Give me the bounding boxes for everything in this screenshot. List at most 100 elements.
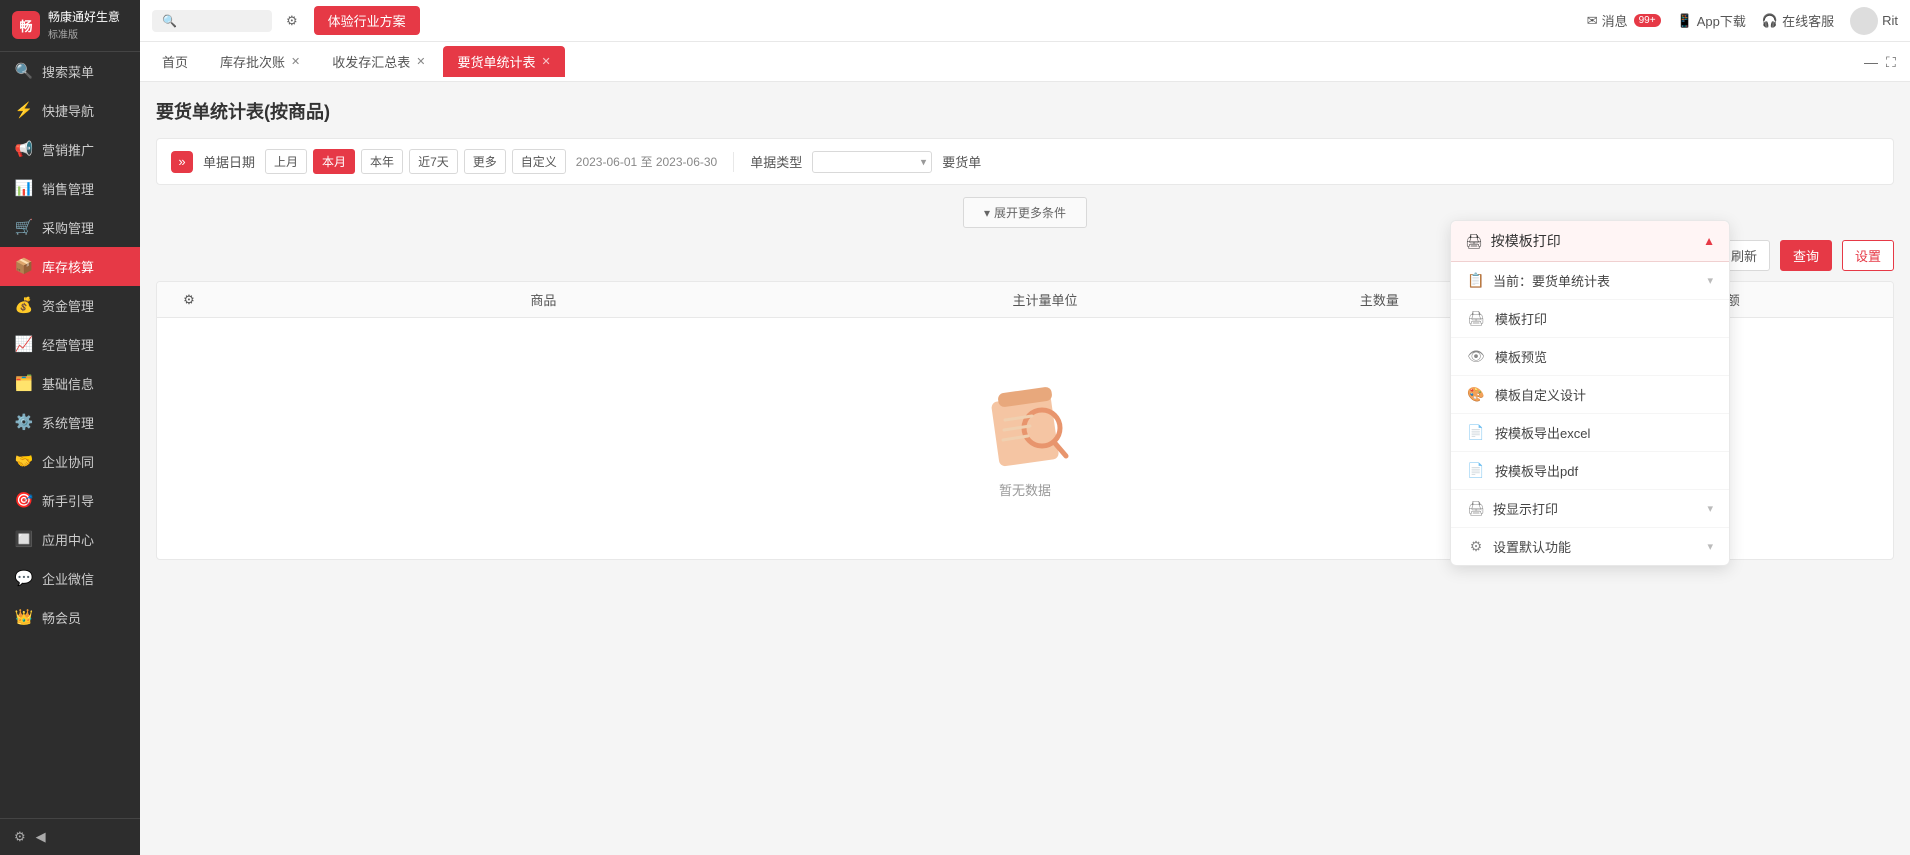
pdf-icon-dd: 📄: [1467, 462, 1485, 479]
tab-order-stats[interactable]: 要货单统计表 ✕: [443, 46, 564, 77]
tab-receipt-summary[interactable]: 收发存汇总表 ✕: [318, 46, 439, 77]
set-default-left: ⚙ 设置默认功能: [1467, 537, 1571, 556]
online-service-btn[interactable]: 🎧 在线客服: [1762, 11, 1834, 30]
sidebar-item-system[interactable]: ⚙️ 系统管理: [0, 403, 140, 442]
message-icon: ✉: [1587, 13, 1598, 29]
tab-order-stats-close[interactable]: ✕: [542, 55, 551, 68]
message-label: 消息: [1602, 11, 1628, 30]
type-select[interactable]: [812, 151, 932, 173]
template-icon: 📋: [1467, 272, 1485, 289]
page-content: 要货单统计表(按商品) » 单据日期 上月 本月 本年 近7天 更多 自定义 2…: [140, 82, 1910, 855]
search-icon: 🔍: [14, 62, 34, 80]
dropdown-item-set-default[interactable]: ⚙ 设置默认功能 ▾: [1451, 528, 1729, 565]
app-download-label: App下载: [1697, 11, 1746, 30]
tab-receipt-summary-close[interactable]: ✕: [416, 55, 425, 68]
query-btn[interactable]: 查询: [1780, 240, 1832, 271]
sidebar-item-appstore[interactable]: 🔲 应用中心: [0, 520, 140, 559]
expand-label: 展开更多条件: [994, 204, 1066, 221]
current-template-left: 📋 当前：要货单统计表: [1467, 271, 1610, 290]
online-service-label: 在线客服: [1782, 11, 1834, 30]
filter-expand-btn[interactable]: »: [171, 151, 193, 173]
sidebar: 畅 畅康通好生意 标准版 🔍 搜索菜单 ⚡ 快捷导航 📢 营销推广 📊 销售管理…: [0, 0, 140, 855]
sidebar-item-quicknav[interactable]: ⚡ 快捷导航: [0, 91, 140, 130]
topbar-right: ✉ 消息 99+ 📱 App下载 🎧 在线客服 Rit: [1587, 7, 1898, 35]
sidebar-item-label: 库存核算: [42, 257, 94, 276]
topbar-search-box[interactable]: 🔍: [152, 10, 272, 32]
filter-divider: [733, 152, 734, 172]
collapse-icon[interactable]: ◀: [36, 829, 46, 845]
th-settings[interactable]: ⚙: [169, 292, 209, 308]
sidebar-item-basic[interactable]: 🗂️ 基础信息: [0, 364, 140, 403]
sidebar-item-newbie[interactable]: 🎯 新手引导: [0, 481, 140, 520]
sidebar-item-label: 基础信息: [42, 374, 94, 393]
chevron-display-print: ▾: [1707, 502, 1713, 515]
date-btn-current-year[interactable]: 本年: [361, 149, 403, 174]
tab-home[interactable]: 首页: [148, 46, 202, 77]
tab-batch-account-close[interactable]: ✕: [291, 55, 300, 68]
refresh-label: 刷新: [1731, 246, 1757, 265]
sidebar-item-finance[interactable]: 💰 资金管理: [0, 286, 140, 325]
settings-col-icon: ⚙: [183, 292, 195, 307]
trend-icon: 📈: [14, 335, 34, 353]
sidebar-item-search[interactable]: 🔍 搜索菜单: [0, 52, 140, 91]
settings-btn[interactable]: 设置: [1842, 240, 1894, 271]
dropdown-item-export-pdf[interactable]: 📄 按模板导出pdf: [1451, 452, 1729, 490]
phone-icon: 📱: [1677, 13, 1693, 29]
target-icon: 🎯: [14, 491, 34, 509]
sidebar-item-operation[interactable]: 📈 经营管理: [0, 325, 140, 364]
sidebar-item-collab[interactable]: 🤝 企业协同: [0, 442, 140, 481]
settings-bottom-icon[interactable]: ⚙: [14, 829, 26, 845]
message-badge: 99+: [1634, 14, 1661, 27]
handshake-icon: 🤝: [14, 452, 34, 470]
dropdown-item-export-excel[interactable]: 📄 按模板导出excel: [1451, 414, 1729, 452]
main: 🔍 ⚙ 体验行业方案 ✉ 消息 99+ 📱 App下载 🎧 在线客服 Rit: [140, 0, 1910, 855]
sidebar-item-purchase[interactable]: 🛒 采购管理: [0, 208, 140, 247]
headset-icon: 🎧: [1762, 13, 1778, 29]
sidebar-item-wechat[interactable]: 💬 企业微信: [0, 559, 140, 598]
dropdown-item-template-design[interactable]: 🎨 模板自定义设计: [1451, 376, 1729, 414]
sidebar-bottom: ⚙ ◀: [0, 818, 140, 855]
dropdown-item-template-print[interactable]: 🖨 模板打印: [1451, 300, 1729, 338]
date-btn-more[interactable]: 更多: [464, 149, 506, 174]
sidebar-item-inventory[interactable]: 📦 库存核算: [0, 247, 140, 286]
sidebar-logo: 畅 畅康通好生意 标准版: [0, 0, 140, 52]
date-buttons: 上月 本月 本年 近7天 更多 自定义: [265, 149, 566, 174]
sidebar-item-vip[interactable]: 👑 畅会员: [0, 598, 140, 637]
dropdown-header: 🖨 按模板打印 ▲: [1451, 221, 1729, 262]
date-btn-current-month[interactable]: 本月: [313, 149, 355, 174]
date-btn-prev-month[interactable]: 上月: [265, 149, 307, 174]
tabbar: 首页 库存批次账 ✕ 收发存汇总表 ✕ 要货单统计表 ✕ — ⛶: [140, 42, 1910, 82]
sidebar-item-label: 经营管理: [42, 335, 94, 354]
chevron-right-icon: ▾: [1707, 274, 1713, 287]
minimize-icon[interactable]: —: [1864, 54, 1880, 70]
sidebar-item-sales[interactable]: 📊 销售管理: [0, 169, 140, 208]
user-avatar-btn[interactable]: Rit: [1850, 7, 1898, 35]
print-dropdown: 🖨 按模板打印 ▲ 📋 当前：要货单统计表 ▾ 🖨 模板打印 👁 模板预览: [1450, 220, 1730, 566]
sidebar-item-label: 应用中心: [42, 530, 94, 549]
money-icon: 💰: [14, 296, 34, 314]
trial-btn[interactable]: 体验行业方案: [314, 6, 420, 35]
sidebar-item-label: 采购管理: [42, 218, 94, 237]
sidebar-item-label: 畅会员: [42, 608, 81, 627]
maximize-icon[interactable]: ⛶: [1886, 54, 1902, 70]
sidebar-item-label: 搜索菜单: [42, 62, 94, 81]
app-download-btn[interactable]: 📱 App下载: [1677, 11, 1746, 30]
logo-badge: 标准版: [48, 26, 120, 41]
wechat-icon: 💬: [14, 569, 34, 587]
date-btn-custom[interactable]: 自定义: [512, 149, 566, 174]
dropdown-collapse-btn[interactable]: ▲: [1703, 234, 1715, 248]
dropdown-item-display-print[interactable]: 🖨 按显示打印 ▾: [1451, 490, 1729, 528]
sidebar-item-marketing[interactable]: 📢 营销推广: [0, 130, 140, 169]
date-btn-7days[interactable]: 近7天: [409, 149, 458, 174]
message-btn[interactable]: ✉ 消息 99+: [1587, 11, 1661, 30]
tab-home-label: 首页: [162, 52, 188, 71]
chevron-set-default: ▾: [1707, 540, 1713, 553]
expand-more-btn[interactable]: ▾ 展开更多条件: [963, 197, 1087, 228]
box-icon: 📦: [14, 257, 34, 275]
set-default-label: 设置默认功能: [1493, 537, 1571, 556]
tab-batch-account[interactable]: 库存批次账 ✕: [206, 46, 314, 77]
settings-icon-topbar[interactable]: ⚙: [286, 13, 298, 29]
dropdown-current-template[interactable]: 📋 当前：要货单统计表 ▾: [1451, 262, 1729, 300]
chart-icon: 📊: [14, 179, 34, 197]
dropdown-item-template-preview[interactable]: 👁 模板预览: [1451, 338, 1729, 376]
